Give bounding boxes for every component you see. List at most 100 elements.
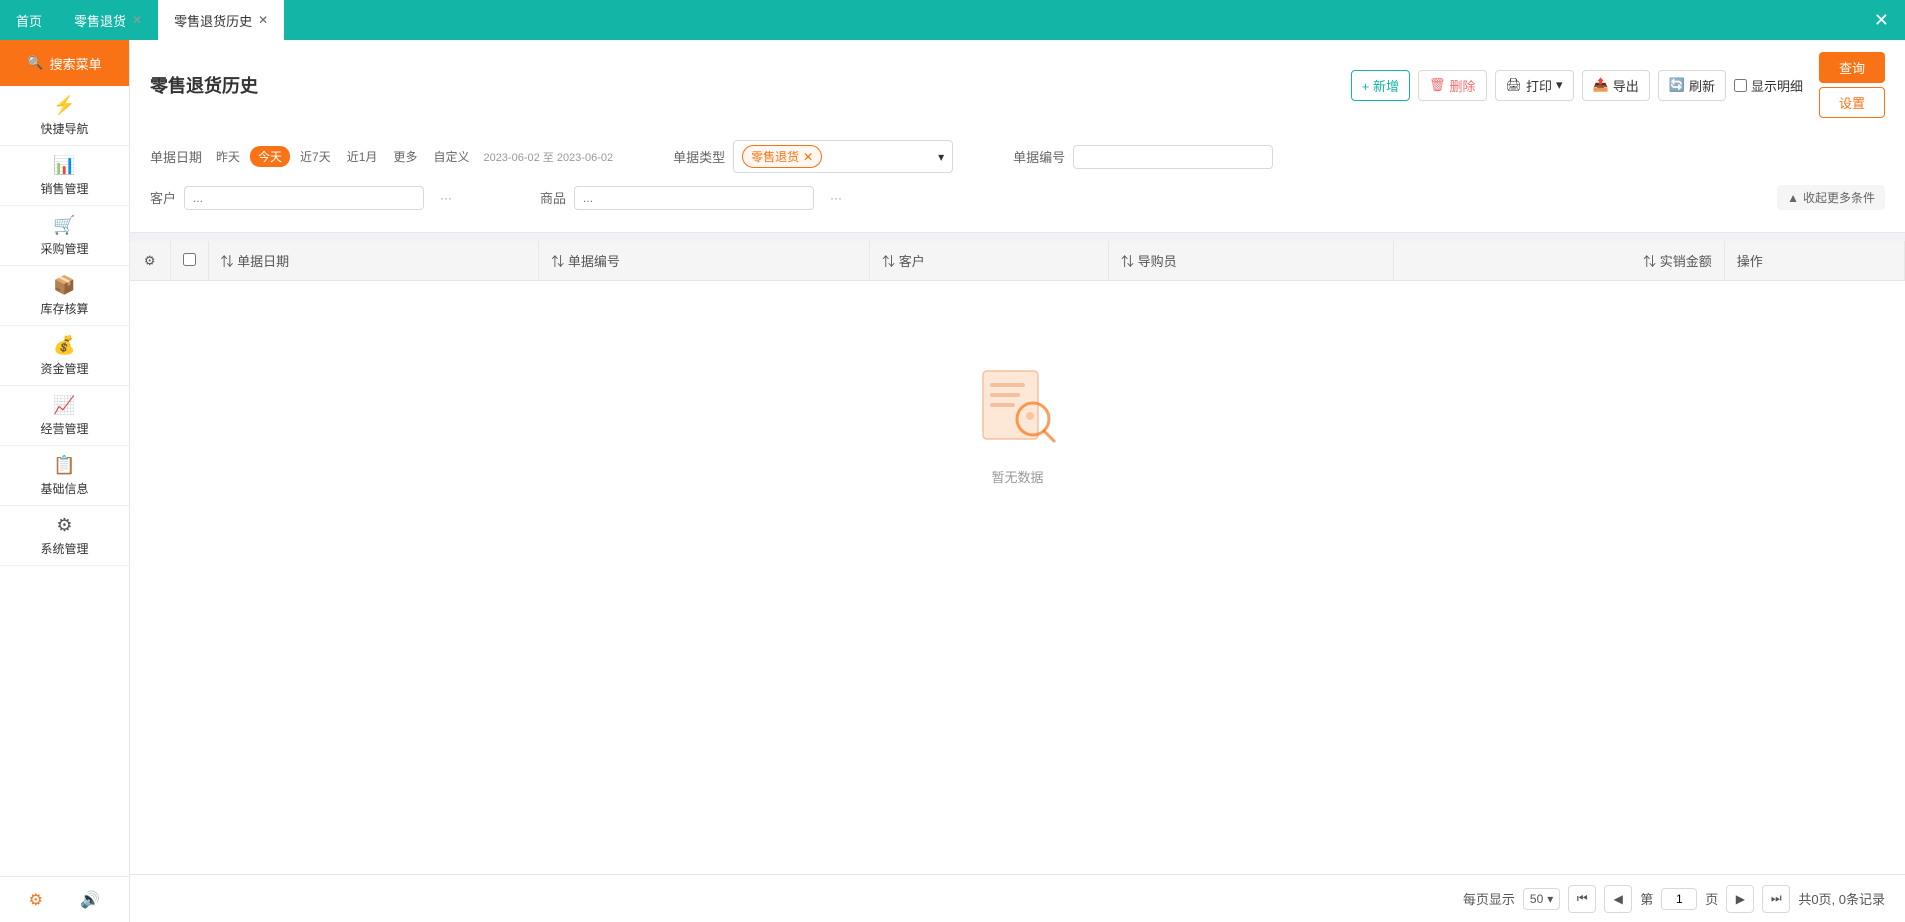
sidebar-item-sales-label: 销售管理 [40,180,88,197]
sidebar-item-purchase[interactable]: 🛒 采购管理 [0,206,129,266]
tab-home[interactable]: 首页 [0,0,58,40]
sidebar-search[interactable]: 🔍 搜索菜单 [0,40,129,86]
sidebar-item-system[interactable]: ⚙ 系统管理 [0,506,129,566]
tab-retail-return-close[interactable]: ✕ [132,13,142,27]
per-page-select[interactable]: 50 ▾ [1523,888,1560,910]
customer-ellipsis[interactable]: ··· [432,189,460,207]
th-salesperson-label: ⇅ 导购员 [1121,254,1177,269]
toolbar: + 新增 🗑 删除 🖨 打印 ▾ 📤 导出 🔄 [1351,52,1885,118]
export-button[interactable]: 📤 导出 [1582,70,1650,101]
th-date[interactable]: ⇅ 单据日期 [208,241,539,281]
audio-bottom-icon[interactable]: 🔊 [80,890,100,910]
empty-state: 暂无数据 [130,281,1905,566]
refresh-icon: 🔄 [1669,77,1685,93]
sidebar-item-sales[interactable]: 📊 销售管理 [0,146,129,206]
date-opt-1month[interactable]: 近1月 [341,146,384,167]
page-prev-button[interactable]: ◀ [1604,885,1632,913]
show-detail-input[interactable] [1734,79,1747,92]
th-amount[interactable]: ⇅ 实销金额 [1393,241,1724,281]
filter-docnum: 单据编号 [1013,145,1273,169]
select-all-checkbox[interactable] [183,253,196,266]
filter-row-1: 单据日期 昨天 今天 近7天 近1月 更多 自定义 2023-06-02 至 2… [150,140,1885,173]
sidebar-item-inventory[interactable]: 📦 库存核算 [0,266,129,326]
page-number-input[interactable] [1661,888,1697,910]
date-opt-today[interactable]: 今天 [250,146,290,167]
tab-home-label: 首页 [16,11,42,30]
search-icon: 🔍 [27,55,43,71]
collapse-icon: ▲ [1787,191,1799,205]
empty-text: 暂无数据 [991,467,1043,486]
tab-retail-return-history[interactable]: 零售退货历史 ✕ [158,0,284,40]
table-header-row: ⚙ ⇅ 单据日期 ⇅ 单据编号 ⇅ 客户 ⇅ 导购员 [130,241,1905,281]
tab-retail-return[interactable]: 零售退货 ✕ [58,0,158,40]
th-customer[interactable]: ⇅ 客户 [870,241,1109,281]
system-icon: ⚙ [56,515,72,536]
page-header: 零售退货历史 + 新增 🗑 删除 🖨 打印 ▾ 📤 导出 [130,40,1905,233]
window-close-button[interactable]: ✕ [1858,10,1905,31]
page-next-button[interactable]: ▶ [1726,885,1754,913]
docnum-label: 单据编号 [1013,147,1065,166]
sidebar-item-system-label: 系统管理 [40,540,88,557]
doctype-select[interactable]: 零售退货 ✕ ▾ [733,140,953,173]
print-label: 打印 [1526,76,1552,95]
page-label: 第 [1640,889,1653,908]
th-settings[interactable]: ⚙ [130,241,170,281]
date-range-value: 2023-06-02 至 2023-06-02 [483,149,613,165]
export-icon: 📤 [1593,77,1609,93]
sidebar-item-quicknav-label: 快捷导航 [40,120,88,137]
collapse-label: 收起更多条件 [1803,189,1875,206]
export-label: 导出 [1613,76,1639,95]
customer-label: 客户 [150,188,176,207]
print-button[interactable]: 🖨 打印 ▾ [1495,70,1574,101]
th-customer-label: ⇅ 客户 [882,254,925,269]
goods-ellipsis[interactable]: ··· [822,189,850,207]
sidebar-item-basicinfo[interactable]: 📋 基础信息 [0,446,129,506]
query-button[interactable]: 查询 [1819,52,1885,83]
date-opt-custom[interactable]: 自定义 [427,146,475,167]
refresh-button[interactable]: 🔄 刷新 [1658,70,1726,101]
doctype-label: 单据类型 [673,147,725,166]
sidebar-search-label: 搜索菜单 [50,54,102,73]
sidebar-item-basicinfo-label: 基础信息 [40,480,88,497]
refresh-label: 刷新 [1689,76,1715,95]
sidebar-item-quicknav[interactable]: ⚡ 快捷导航 [0,86,129,146]
quicknav-icon: ⚡ [53,95,75,116]
doctype-chip: 零售退货 ✕ [742,145,822,168]
top-tab-bar: 首页 零售退货 ✕ 零售退货历史 ✕ ✕ [0,0,1905,40]
finance-icon: 💰 [53,335,75,356]
filter-date: 单据日期 昨天 今天 近7天 近1月 更多 自定义 2023-06-02 至 2… [150,146,613,167]
per-page-drop-icon: ▾ [1547,892,1553,906]
filter-row-2: 客户 ··· 商品 ··· ▲ 收起更多条件 [150,181,1885,214]
sidebar-item-operations-label: 经营管理 [40,420,88,437]
page-first-button[interactable]: ⏮ [1568,885,1596,913]
table-container: ⚙ ⇅ 单据日期 ⇅ 单据编号 ⇅ 客户 ⇅ 导购员 [130,241,1905,874]
page-last-button[interactable]: ⏭ [1762,885,1790,913]
basicinfo-icon: 📋 [53,455,75,476]
per-page-value: 50 [1530,892,1543,906]
set-button[interactable]: 设置 [1819,87,1885,118]
sales-icon: 📊 [53,155,75,176]
th-salesperson[interactable]: ⇅ 导购员 [1109,241,1394,281]
date-opt-more[interactable]: 更多 [387,146,423,167]
collapse-button[interactable]: ▲ 收起更多条件 [1777,185,1885,210]
th-operations-label: 操作 [1737,254,1763,269]
delete-button[interactable]: 🗑 删除 [1418,70,1487,101]
doctype-chip-close[interactable]: ✕ [803,150,813,164]
date-opt-7days[interactable]: 近7天 [294,146,337,167]
date-opt-yesterday[interactable]: 昨天 [210,146,246,167]
th-docnum[interactable]: ⇅ 单据编号 [539,241,870,281]
tab-retail-return-history-close[interactable]: ✕ [258,13,268,27]
pagination-bar: 每页显示 50 ▾ ⏮ ◀ 第 页 ▶ ⏭ 共0页, 0条记录 [130,874,1905,922]
goods-input[interactable] [574,186,814,210]
sidebar-item-operations[interactable]: 📈 经营管理 [0,386,129,446]
th-checkbox[interactable] [170,241,208,281]
tab-retail-return-label: 零售退货 [74,11,126,30]
inventory-icon: 📦 [53,275,75,296]
settings-bottom-icon[interactable]: ⚙ [29,890,43,910]
customer-input[interactable] [184,186,424,210]
sidebar-item-finance[interactable]: 💰 资金管理 [0,326,129,386]
docnum-input[interactable] [1073,145,1273,169]
add-button[interactable]: + 新增 [1351,70,1410,101]
data-table: ⚙ ⇅ 单据日期 ⇅ 单据编号 ⇅ 客户 ⇅ 导购员 [130,241,1905,281]
show-detail-checkbox[interactable]: 显示明细 [1734,76,1803,95]
